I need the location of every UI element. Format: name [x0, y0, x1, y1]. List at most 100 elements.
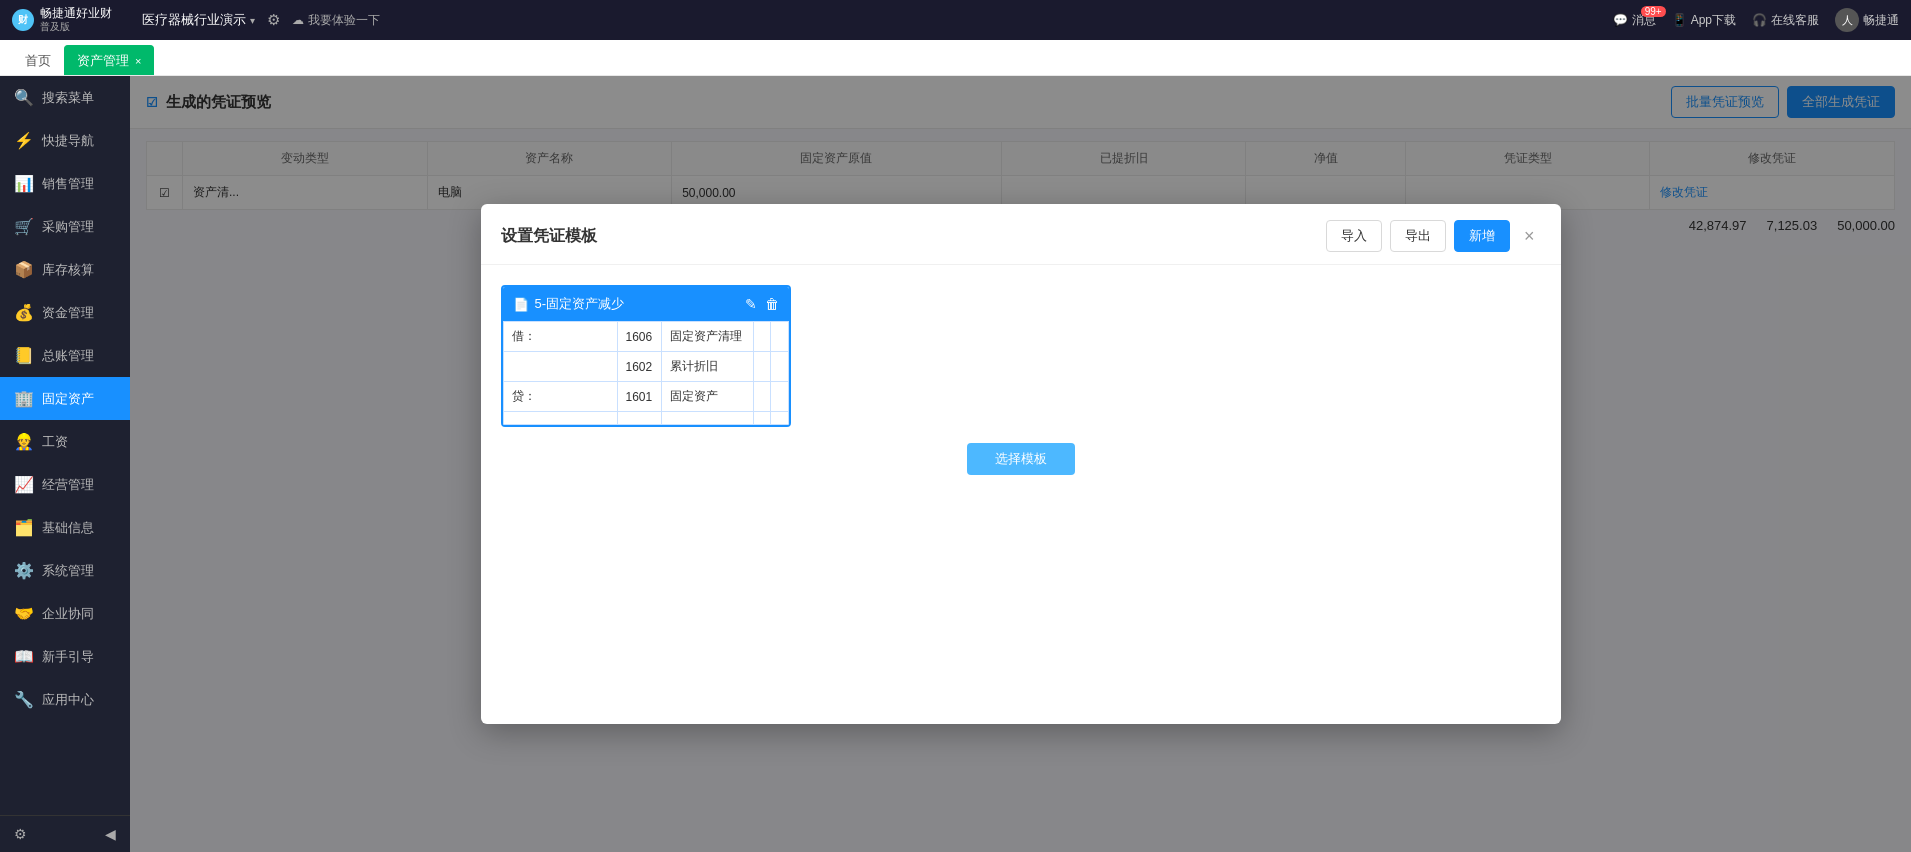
sidebar-item-sales[interactable]: 📊 销售管理 [0, 162, 130, 205]
sidebar-item-payroll[interactable]: 👷 工资 [0, 420, 130, 463]
sidebar-item-funds[interactable]: 💰 资金管理 [0, 291, 130, 334]
entry-code-2: 1602 [617, 352, 662, 382]
template-card: 📄 5-固定资产减少 ✎ 🗑 借： [501, 285, 791, 427]
sidebar-item-system[interactable]: ⚙️ 系统管理 [0, 549, 130, 592]
template-entries-table: 借： 1606 固定资产清理 1602 累计折旧 [503, 321, 789, 425]
sidebar-label-funds: 资金管理 [42, 304, 94, 322]
chevron-down-icon: ▾ [250, 15, 255, 26]
company-name: 医疗器械行业演示 [142, 11, 246, 29]
sales-icon: 📊 [14, 174, 34, 193]
company-selector[interactable]: 医疗器械行业演示 ▾ [142, 11, 255, 29]
sidebar-label-system: 系统管理 [42, 562, 94, 580]
app-edition: 普及版 [40, 20, 112, 34]
sidebar-item-guide[interactable]: 📖 新手引导 [0, 635, 130, 678]
content-area: ☑ 生成的凭证预览 批量凭证预览 全部生成凭证 变动类型 资产名称 固定资产原值… [130, 76, 1911, 852]
purchase-icon: 🛒 [14, 217, 34, 236]
avatar: 人 [1835, 8, 1859, 32]
experience-label: 我要体验一下 [308, 12, 380, 29]
template-header-left: 📄 5-固定资产减少 [513, 295, 625, 313]
tab-asset-management[interactable]: 资产管理 × [64, 45, 154, 75]
sidebar-label-sales: 销售管理 [42, 175, 94, 193]
sidebar-label-quicknav: 快捷导航 [42, 132, 94, 150]
template-card-header: 📄 5-固定资产减少 ✎ 🗑 [503, 287, 789, 321]
modal-close-button[interactable]: × [1518, 225, 1541, 247]
sidebar-item-app-center[interactable]: 🔧 应用中心 [0, 678, 130, 721]
entry-credit-3 [771, 382, 788, 412]
experience-button[interactable]: ☁ 我要体验一下 [292, 12, 380, 29]
messages-action[interactable]: 💬 消息 99+ [1613, 12, 1656, 29]
top-header: 财 畅捷通好业财 普及版 医疗器械行业演示 ▾ ⚙ ☁ 我要体验一下 💬 消息 … [0, 0, 1911, 40]
sidebar-label-search: 搜索菜单 [42, 89, 94, 107]
template-entry-row: 借： 1606 固定资产清理 [503, 322, 788, 352]
template-name: 5-固定资产减少 [535, 295, 625, 313]
sidebar-item-quicknav[interactable]: ⚡ 快捷导航 [0, 119, 130, 162]
template-entry-row [503, 412, 788, 425]
entry-code-3: 1601 [617, 382, 662, 412]
sidebar-label-purchase: 采购管理 [42, 218, 94, 236]
online-service-action[interactable]: 🎧 在线客服 [1752, 12, 1819, 29]
sidebar-item-fixed-assets[interactable]: 🏢 固定资产 [0, 377, 130, 420]
modal-header: 设置凭证模板 导入 导出 新增 × [481, 204, 1561, 265]
sidebar-scroll: 🔍 搜索菜单 ⚡ 快捷导航 📊 销售管理 🛒 采购管理 📦 库存核算 💰 [0, 76, 130, 815]
entry-debit-3 [753, 382, 770, 412]
sidebar-item-operations[interactable]: 📈 经营管理 [0, 463, 130, 506]
sidebar-item-search[interactable]: 🔍 搜索菜单 [0, 76, 130, 119]
modal-body: 📄 5-固定资产减少 ✎ 🗑 借： [481, 265, 1561, 724]
app-download-action[interactable]: 📱 App下载 [1672, 12, 1736, 29]
user-profile[interactable]: 人 畅捷通 [1835, 8, 1899, 32]
download-icon: 📱 [1672, 13, 1687, 27]
sidebar-label-basic-info: 基础信息 [42, 519, 94, 537]
entry-debit-1 [753, 322, 770, 352]
modal-title: 设置凭证模板 [501, 226, 597, 247]
template-doc-icon: 📄 [513, 297, 529, 312]
template-entry-row: 1602 累计折旧 [503, 352, 788, 382]
entry-code-1: 1606 [617, 322, 662, 352]
funds-icon: 💰 [14, 303, 34, 322]
entry-code-4 [617, 412, 662, 425]
ledger-icon: 📒 [14, 346, 34, 365]
sidebar-item-purchase[interactable]: 🛒 采购管理 [0, 205, 130, 248]
sidebar-label-ledger: 总账管理 [42, 347, 94, 365]
tab-bar: 首页 资产管理 × [0, 40, 1911, 76]
message-icon: 💬 [1613, 13, 1628, 27]
entry-account-1: 固定资产清理 [662, 322, 753, 352]
template-edit-icon[interactable]: ✎ [745, 296, 757, 312]
entry-credit-2 [771, 352, 788, 382]
app-center-icon: 🔧 [14, 690, 34, 709]
app-download-label: App下载 [1691, 12, 1736, 29]
main-layout: 🔍 搜索菜单 ⚡ 快捷导航 📊 销售管理 🛒 采购管理 📦 库存核算 💰 [0, 76, 1911, 852]
entry-debit-2 [753, 352, 770, 382]
logo-icon: 财 [12, 9, 34, 31]
sidebar-item-basic-info[interactable]: 🗂️ 基础信息 [0, 506, 130, 549]
export-button[interactable]: 导出 [1390, 220, 1446, 252]
entry-account-4 [662, 412, 753, 425]
sidebar-label-guide: 新手引导 [42, 648, 94, 666]
online-service-label: 在线客服 [1771, 12, 1819, 29]
template-delete-icon[interactable]: 🗑 [765, 296, 779, 312]
modal-header-actions: 导入 导出 新增 × [1326, 220, 1541, 252]
enterprise-icon: 🤝 [14, 604, 34, 623]
tab-home[interactable]: 首页 [12, 45, 64, 75]
gear-icon[interactable]: ⚙ [267, 11, 280, 29]
sidebar-bottom: ⚙ ◀ [0, 815, 130, 852]
modal-backdrop: 设置凭证模板 导入 导出 新增 × 📄 [130, 76, 1911, 852]
collapse-icon[interactable]: ◀ [105, 826, 116, 842]
user-name: 畅捷通 [1863, 12, 1899, 29]
tab-close-icon[interactable]: × [135, 55, 141, 67]
settings-icon[interactable]: ⚙ [14, 826, 27, 842]
sidebar-item-ledger[interactable]: 📒 总账管理 [0, 334, 130, 377]
select-template-button[interactable]: 选择模板 [967, 443, 1075, 475]
cloud-icon: ☁ [292, 13, 304, 27]
sidebar-item-inventory[interactable]: 📦 库存核算 [0, 248, 130, 291]
template-entry-row: 贷： 1601 固定资产 [503, 382, 788, 412]
payroll-icon: 👷 [14, 432, 34, 451]
sidebar-label-inventory: 库存核算 [42, 261, 94, 279]
sidebar-item-enterprise[interactable]: 🤝 企业协同 [0, 592, 130, 635]
import-button[interactable]: 导入 [1326, 220, 1382, 252]
sidebar-label-payroll: 工资 [42, 433, 68, 451]
sidebar: 🔍 搜索菜单 ⚡ 快捷导航 📊 销售管理 🛒 采购管理 📦 库存核算 💰 [0, 76, 130, 852]
messages-badge: 99+ [1641, 6, 1666, 17]
app-name: 畅捷通好业财 [40, 6, 112, 20]
entry-credit-1 [771, 322, 788, 352]
new-button[interactable]: 新增 [1454, 220, 1510, 252]
